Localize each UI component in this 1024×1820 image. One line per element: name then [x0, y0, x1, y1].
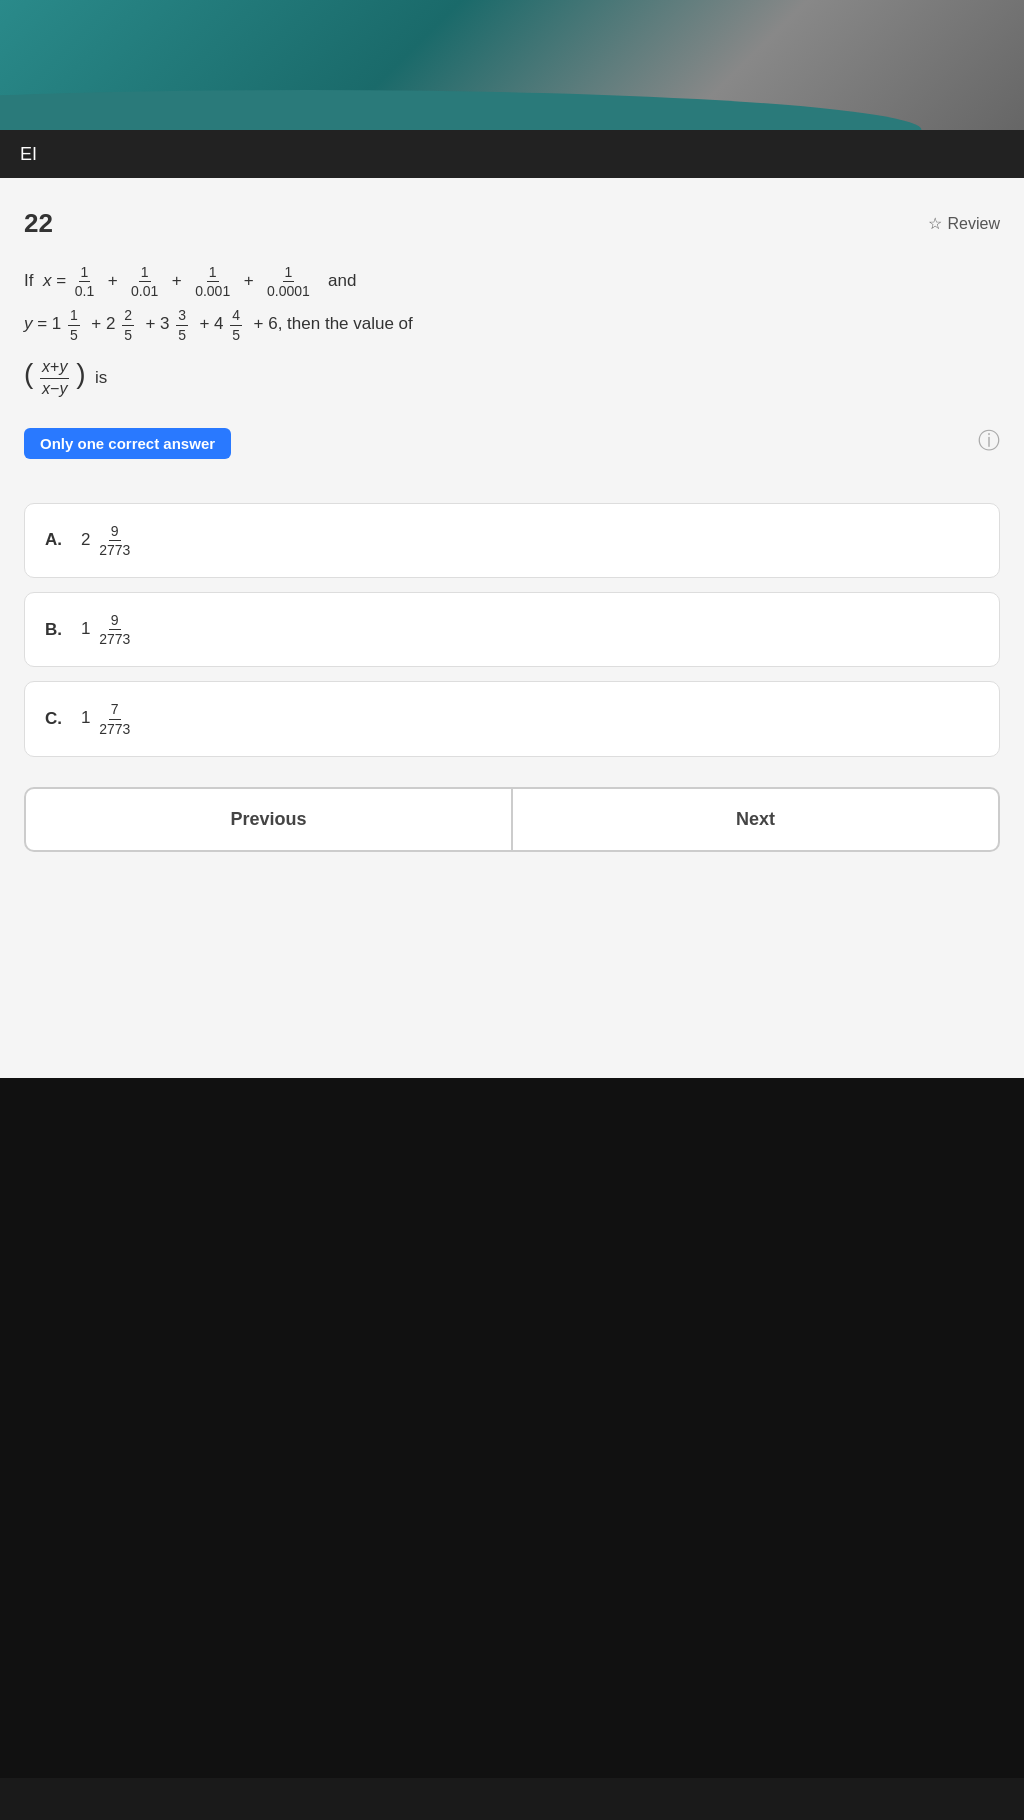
option-c-value: 1 7 2773 [81, 700, 134, 737]
review-label: Review [948, 215, 1000, 233]
info-icon[interactable]: ⓘ [978, 426, 1000, 456]
frac-b: 9 2773 [97, 611, 132, 648]
frac-c: 7 2773 [97, 700, 132, 737]
question-line1: If x = 1 0.1 + 1 0.01 + 1 0.001 + 1 0.00… [24, 263, 1000, 300]
main-card: 22 ☆ Review If x = 1 0.1 + 1 0.01 + 1 0.… [0, 178, 1024, 1078]
question-line3: ( x+y x−y ) is [24, 350, 1000, 400]
frac-expr: x+y x−y [40, 357, 69, 400]
bottom-area [0, 1078, 1024, 1778]
option-a[interactable]: A. 2 9 2773 [24, 503, 1000, 578]
options-list: A. 2 9 2773 B. 1 9 2773 C. [24, 503, 1000, 757]
app-label: EI [20, 144, 37, 165]
option-b-label: B. [45, 620, 69, 640]
option-c[interactable]: C. 1 7 2773 [24, 681, 1000, 756]
option-b[interactable]: B. 1 9 2773 [24, 592, 1000, 667]
next-button[interactable]: Next [512, 787, 1000, 852]
option-a-label: A. [45, 530, 69, 550]
option-c-label: C. [45, 709, 69, 729]
frac-y4: 4 5 [230, 306, 242, 343]
nav-buttons: Previous Next [24, 787, 1000, 852]
frac-2: 1 0.01 [129, 263, 160, 300]
question-header: 22 ☆ Review [24, 208, 1000, 239]
frac-y3: 3 5 [176, 306, 188, 343]
answer-type-row: Only one correct answer ⓘ [24, 428, 1000, 479]
option-a-value: 2 9 2773 [81, 522, 134, 559]
frac-y2: 2 5 [122, 306, 134, 343]
answer-type-badge: Only one correct answer [24, 428, 231, 459]
question-body: If x = 1 0.1 + 1 0.01 + 1 0.001 + 1 0.00… [24, 263, 1000, 400]
frac-y1: 1 5 [68, 306, 80, 343]
star-icon: ☆ [928, 214, 942, 233]
frac-a: 9 2773 [97, 522, 132, 559]
frac-1: 1 0.1 [73, 263, 96, 300]
status-bar: EI [0, 130, 1024, 178]
option-b-value: 1 9 2773 [81, 611, 134, 648]
frac-4: 1 0.0001 [265, 263, 312, 300]
previous-button[interactable]: Previous [24, 787, 512, 852]
question-number: 22 [24, 208, 53, 239]
question-line2: y = 1 1 5 + 2 2 5 + 3 3 5 + 4 4 5 + 6, t… [24, 306, 1000, 343]
review-button[interactable]: ☆ Review [928, 214, 1000, 233]
frac-3: 1 0.001 [193, 263, 232, 300]
top-decoration [0, 0, 1024, 130]
